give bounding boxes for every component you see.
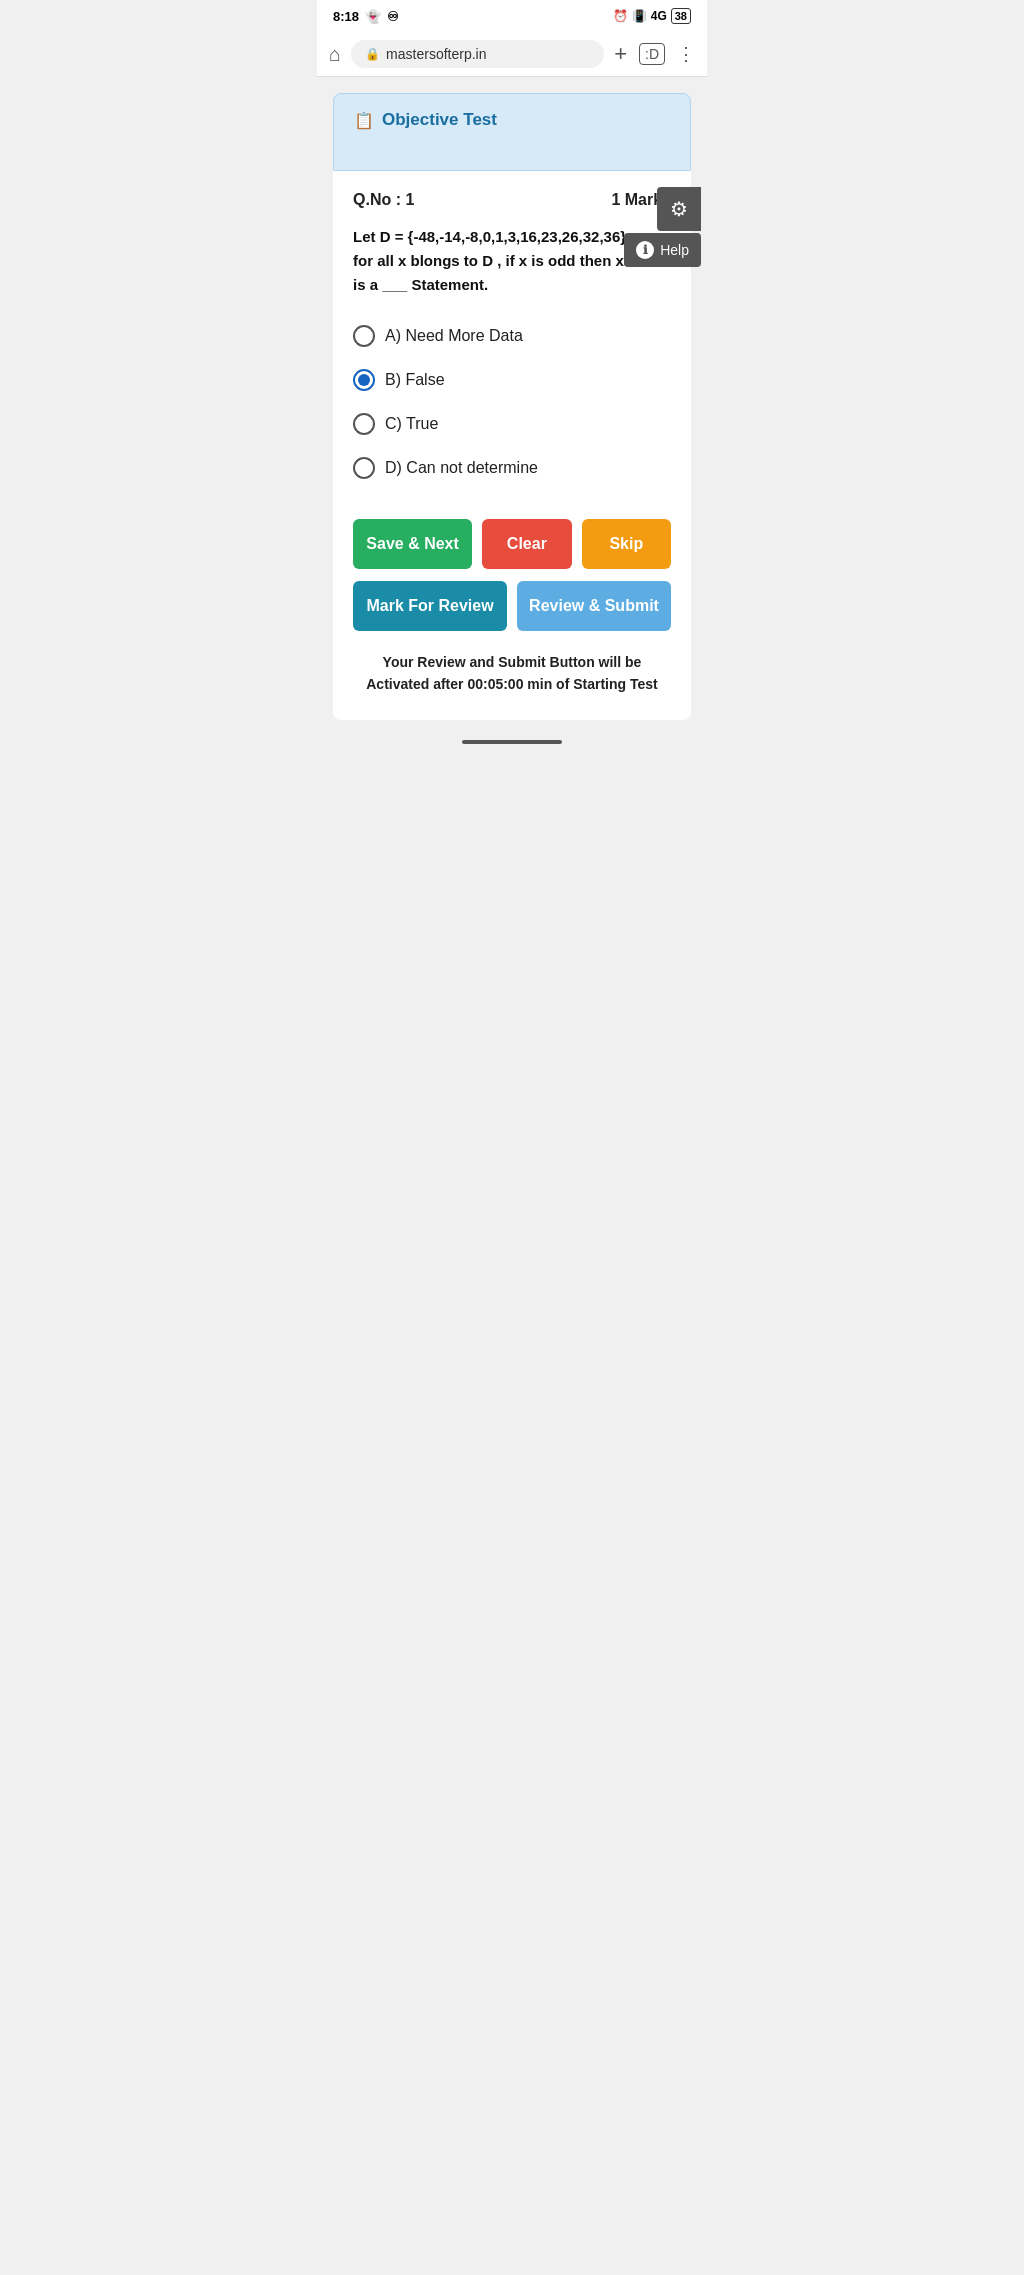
menu-button[interactable]: ⋮ <box>677 43 695 65</box>
option-a-label: A) Need More Data <box>385 327 523 345</box>
status-right: ⏰ 📳 4G 38 <box>613 8 691 24</box>
status-time: 8:18 <box>333 9 359 24</box>
wifi-icon: ♾ <box>387 9 399 24</box>
list-icon: 📋 <box>354 111 374 130</box>
radio-b-fill <box>358 374 370 386</box>
mark-for-review-button[interactable]: Mark For Review <box>353 581 507 631</box>
option-c-label: C) True <box>385 415 438 433</box>
option-d[interactable]: D) Can not determine <box>353 457 671 479</box>
radio-d[interactable] <box>353 457 375 479</box>
option-a[interactable]: A) Need More Data <box>353 325 671 347</box>
alarm-icon: ⏰ <box>613 9 628 23</box>
url-bar[interactable]: 🔒 mastersofterp.in <box>351 40 604 68</box>
battery-indicator: 38 <box>671 8 691 24</box>
save-next-button[interactable]: Save & Next <box>353 519 472 569</box>
gear-icon: ⚙ <box>670 197 688 221</box>
help-label: Help <box>660 242 689 258</box>
option-b-label: B) False <box>385 371 445 389</box>
objective-test-header: 📋 Objective Test <box>333 93 691 171</box>
action-buttons: Save & Next Clear Skip Mark For Review R… <box>353 519 671 631</box>
review-submit-button[interactable]: Review & Submit <box>517 581 671 631</box>
gear-button[interactable]: ⚙ <box>657 187 701 231</box>
vibrate-icon: 📳 <box>632 9 647 23</box>
url-text: mastersofterp.in <box>386 46 486 62</box>
question-number: Q.No : 1 <box>353 191 414 209</box>
add-tab-button[interactable]: + <box>614 41 627 67</box>
clear-button[interactable]: Clear <box>482 519 571 569</box>
question-meta: Q.No : 1 1 Marks <box>353 191 671 209</box>
info-icon: ℹ <box>636 241 654 259</box>
objective-title-text: Objective Test <box>382 110 497 130</box>
skip-button[interactable]: Skip <box>582 519 671 569</box>
question-line3: is a ___ Statement. <box>353 273 671 297</box>
main-content: 📋 Objective Test ⚙ ℹ Help Q.No : 1 1 Mar… <box>317 77 707 760</box>
question-card: ⚙ ℹ Help Q.No : 1 1 Marks Let D = {-48,-… <box>333 171 691 720</box>
options-list: A) Need More Data B) False C) True D) Ca… <box>353 325 671 479</box>
objective-title-container: 📋 Objective Test <box>354 110 670 130</box>
radio-c[interactable] <box>353 413 375 435</box>
option-c[interactable]: C) True <box>353 413 671 435</box>
bottom-nav-indicator <box>462 740 562 744</box>
tabs-button[interactable]: :D <box>639 43 665 65</box>
browser-bar: ⌂ 🔒 mastersofterp.in + :D ⋮ <box>317 32 707 77</box>
btn-row-2: Mark For Review Review & Submit <box>353 581 671 631</box>
radio-b[interactable] <box>353 369 375 391</box>
help-button[interactable]: ℹ Help <box>624 233 701 267</box>
lock-icon: 🔒 <box>365 47 380 61</box>
notice-text: Your Review and Submit Button will be Ac… <box>353 651 671 696</box>
btn-row-1: Save & Next Clear Skip <box>353 519 671 569</box>
option-d-label: D) Can not determine <box>385 459 538 477</box>
snapchat-icon: 👻 <box>365 9 381 24</box>
option-b[interactable]: B) False <box>353 369 671 391</box>
browser-actions: + :D ⋮ <box>614 41 695 67</box>
status-bar: 8:18 👻 ♾ ⏰ 📳 4G 38 <box>317 0 707 32</box>
radio-a[interactable] <box>353 325 375 347</box>
signal-icon: 4G <box>651 9 667 23</box>
status-left: 8:18 👻 ♾ <box>333 9 399 24</box>
home-icon[interactable]: ⌂ <box>329 43 341 66</box>
